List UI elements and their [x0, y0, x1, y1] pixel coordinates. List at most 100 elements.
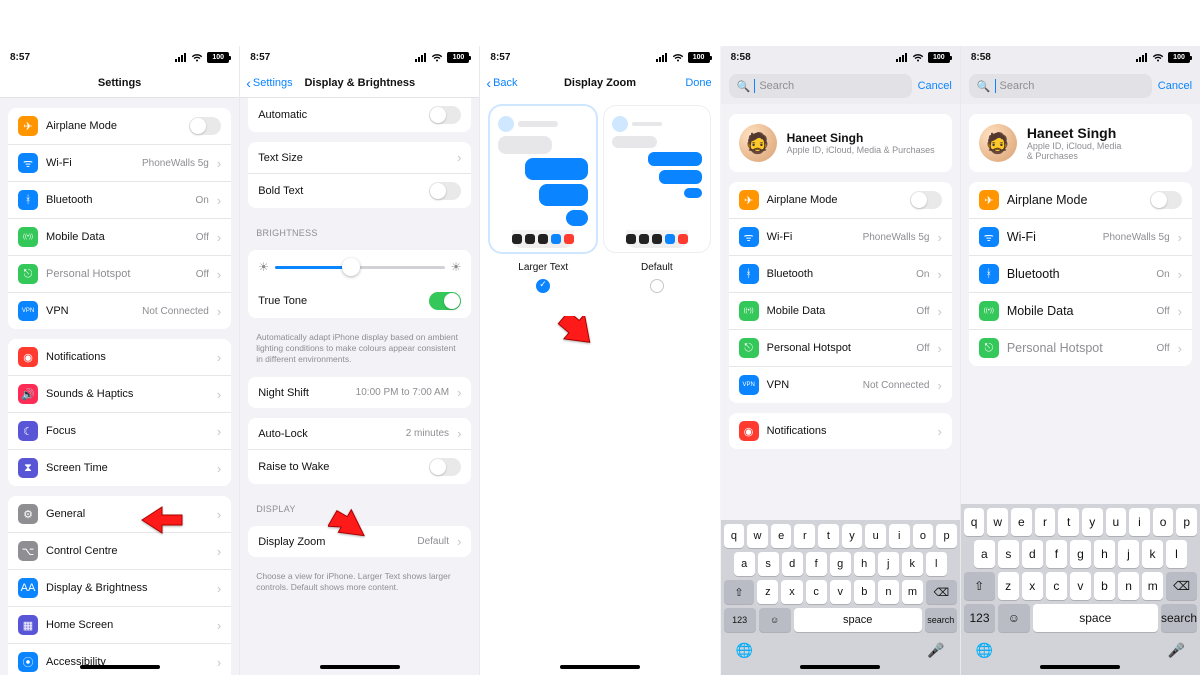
key-j[interactable]: j — [878, 552, 899, 576]
key-p[interactable]: p — [936, 524, 957, 548]
row-raisetowake[interactable]: Raise to Wake — [248, 450, 471, 484]
key-e[interactable]: e — [1011, 508, 1032, 536]
key-c[interactable]: c — [1046, 572, 1067, 600]
row-wifi[interactable]: ᯤWi-FiPhoneWalls 5g› — [8, 145, 231, 182]
row-airplanemode[interactable]: ✈Airplane Mode — [8, 108, 231, 145]
row-controlcentre[interactable]: ⌥Control Centre› — [8, 533, 231, 570]
key-g[interactable]: g — [830, 552, 851, 576]
row-vpn[interactable]: VPNVPNNot Connected› — [729, 367, 952, 403]
key-v[interactable]: v — [1070, 572, 1091, 600]
row-personalhotspot[interactable]: ⎋Personal HotspotOff› — [969, 330, 1192, 366]
delete-key[interactable]: ⌫ — [926, 580, 957, 604]
toggle[interactable] — [429, 292, 461, 310]
row-accessibility[interactable]: ⦿Accessibility› — [8, 644, 231, 675]
row-bluetooth[interactable]: ᚼBluetoothOn› — [969, 256, 1192, 293]
key-e[interactable]: e — [771, 524, 792, 548]
row-general[interactable]: ⚙General› — [8, 496, 231, 533]
back-button[interactable]: ‹Settings — [246, 76, 292, 90]
keyboard[interactable]: qwertyuiop asdfghjkl ⇧ zxcvbnm ⌫ 123 ☺ s… — [961, 504, 1200, 675]
key-k[interactable]: k — [902, 552, 923, 576]
cancel-button[interactable]: Cancel — [1158, 80, 1192, 92]
key-h[interactable]: h — [1094, 540, 1115, 568]
globe-icon[interactable]: 🌐 — [976, 642, 993, 659]
key-j[interactable]: j — [1118, 540, 1139, 568]
key-q[interactable]: q — [724, 524, 745, 548]
row-automatic[interactable]: Automatic — [248, 98, 471, 132]
row-focus[interactable]: ☾Focus› — [8, 413, 231, 450]
key-y[interactable]: y — [842, 524, 863, 548]
space-key[interactable]: space — [1033, 604, 1158, 632]
mic-icon[interactable]: 🎤 — [927, 642, 944, 659]
row-vpn[interactable]: VPNVPNNot Connected› — [8, 293, 231, 329]
key-q[interactable]: q — [964, 508, 985, 536]
zoom-option-default[interactable] — [604, 106, 710, 252]
row-bluetooth[interactable]: ᚼBluetoothOn› — [729, 256, 952, 293]
shift-key[interactable]: ⇧ — [964, 572, 995, 600]
key-d[interactable]: d — [1022, 540, 1043, 568]
key-w[interactable]: w — [747, 524, 768, 548]
row-airplanemode[interactable]: ✈Airplane Mode — [729, 182, 952, 219]
row-notifications[interactable]: ◉Notifications› — [729, 413, 952, 449]
emoji-key[interactable]: ☺ — [759, 608, 791, 632]
row-mobiledata[interactable]: ((•))Mobile DataOff› — [8, 219, 231, 256]
delete-key[interactable]: ⌫ — [1166, 572, 1197, 600]
key-v[interactable]: v — [830, 580, 851, 604]
key-u[interactable]: u — [865, 524, 886, 548]
row-notifications[interactable]: ◉Notifications› — [8, 339, 231, 376]
account-row[interactable]: 🧔 Haneet SinghApple ID, iCloud, Media & … — [969, 114, 1192, 172]
key-t[interactable]: t — [818, 524, 839, 548]
key-s[interactable]: s — [998, 540, 1019, 568]
key-n[interactable]: n — [1118, 572, 1139, 600]
search-key[interactable]: search — [1161, 604, 1197, 632]
row-nightshift[interactable]: Night Shift10:00 PM to 7:00 AM› — [248, 377, 471, 408]
key-m[interactable]: m — [902, 580, 923, 604]
key-d[interactable]: d — [782, 552, 803, 576]
row-wifi[interactable]: ᯤWi-FiPhoneWalls 5g› — [729, 219, 952, 256]
space-key[interactable]: space — [794, 608, 922, 632]
done-button[interactable]: Done — [685, 77, 711, 89]
search-key[interactable]: search — [925, 608, 957, 632]
row-personalhotspot[interactable]: ⎋Personal HotspotOff› — [8, 256, 231, 293]
key-b[interactable]: b — [854, 580, 875, 604]
globe-icon[interactable]: 🌐 — [736, 642, 753, 659]
key-u[interactable]: u — [1106, 508, 1127, 536]
toggle[interactable] — [429, 106, 461, 124]
zoom-option-larger[interactable] — [490, 106, 596, 252]
row-airplanemode[interactable]: ✈Airplane Mode — [969, 182, 1192, 219]
row-personalhotspot[interactable]: ⎋Personal HotspotOff› — [729, 330, 952, 367]
row-displayzoom[interactable]: Display ZoomDefault› — [248, 526, 471, 557]
row-screentime[interactable]: ⧗Screen Time› — [8, 450, 231, 486]
toggle[interactable] — [1150, 191, 1182, 209]
row-mobiledata[interactable]: ((•))Mobile DataOff› — [729, 293, 952, 330]
row-boldtext[interactable]: Bold Text — [248, 174, 471, 208]
key-r[interactable]: r — [794, 524, 815, 548]
row-soundshaptics[interactable]: 🔊Sounds & Haptics› — [8, 376, 231, 413]
key-w[interactable]: w — [987, 508, 1008, 536]
key-h[interactable]: h — [854, 552, 875, 576]
row-bluetooth[interactable]: ᚼBluetoothOn› — [8, 182, 231, 219]
key-a[interactable]: a — [734, 552, 755, 576]
row-homescreen[interactable]: ▦Home Screen› — [8, 607, 231, 644]
key-c[interactable]: c — [806, 580, 827, 604]
key-r[interactable]: r — [1035, 508, 1056, 536]
key-l[interactable]: l — [926, 552, 947, 576]
keyboard[interactable]: qwertyuiop asdfghjkl ⇧ zxcvbnm ⌫ 123 ☺ s… — [721, 520, 960, 675]
key-l[interactable]: l — [1166, 540, 1187, 568]
key-b[interactable]: b — [1094, 572, 1115, 600]
shift-key[interactable]: ⇧ — [724, 580, 755, 604]
row-textsize[interactable]: Text Size› — [248, 142, 471, 174]
back-button[interactable]: ‹Back — [486, 76, 517, 90]
key-s[interactable]: s — [758, 552, 779, 576]
row-displaybrightness[interactable]: AADisplay & Brightness› — [8, 570, 231, 607]
key-t[interactable]: t — [1058, 508, 1079, 536]
key-i[interactable]: i — [889, 524, 910, 548]
key-k[interactable]: k — [1142, 540, 1163, 568]
key-p[interactable]: p — [1176, 508, 1197, 536]
toggle[interactable] — [910, 191, 942, 209]
key-m[interactable]: m — [1142, 572, 1163, 600]
account-row[interactable]: 🧔 Haneet SinghApple ID, iCloud, Media & … — [729, 114, 952, 172]
key-i[interactable]: i — [1129, 508, 1150, 536]
radio-unselected[interactable] — [650, 279, 664, 293]
key-g[interactable]: g — [1070, 540, 1091, 568]
key-f[interactable]: f — [1046, 540, 1067, 568]
